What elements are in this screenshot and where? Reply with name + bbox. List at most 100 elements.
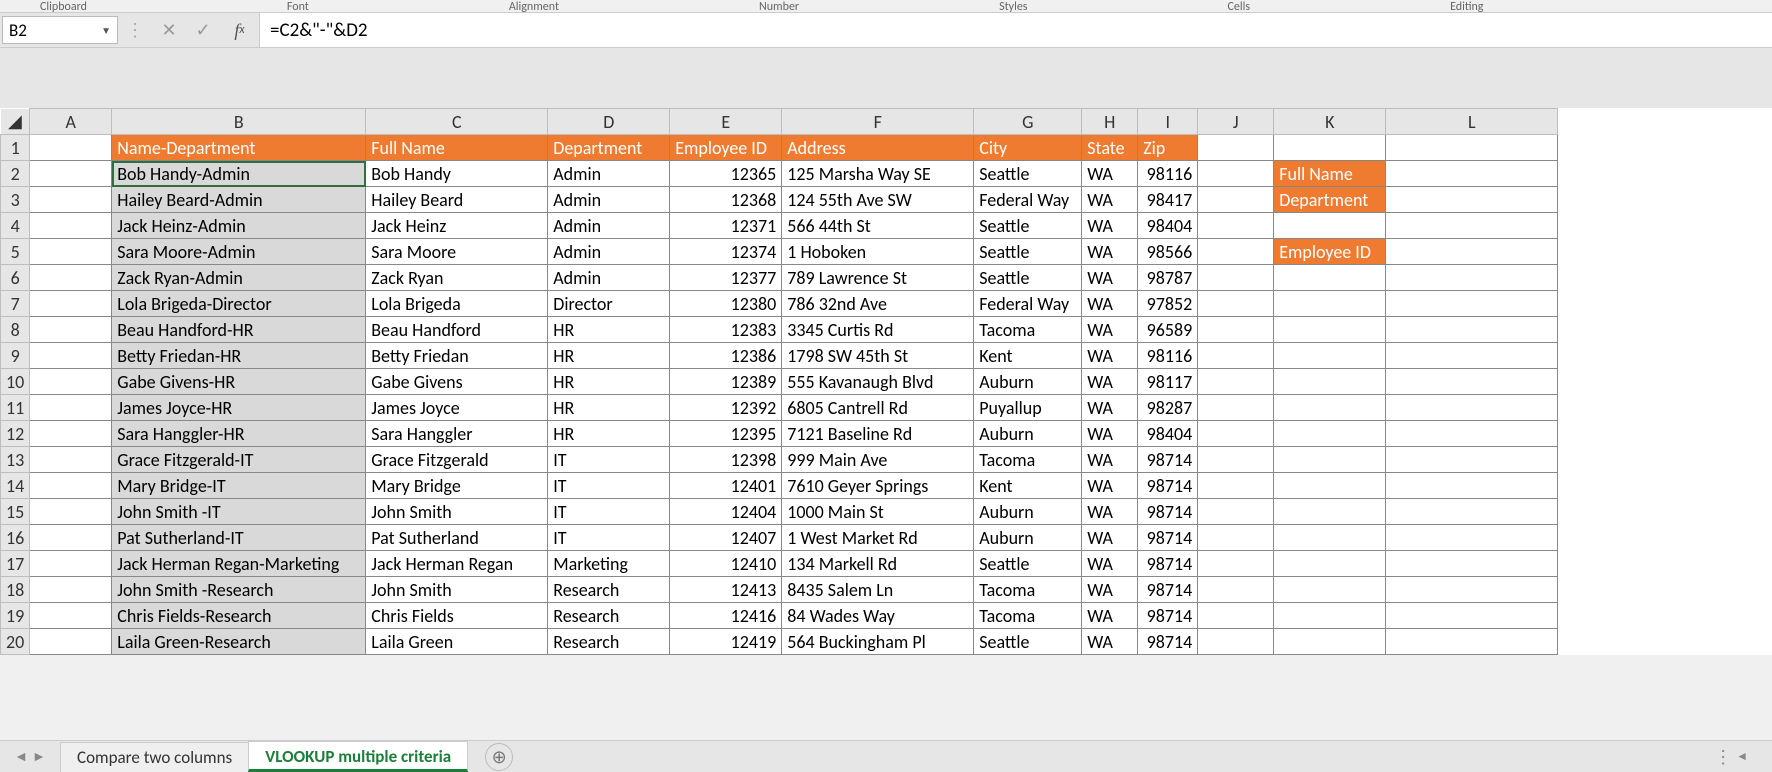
cell-department[interactable]: Marketing [548,551,670,577]
cell[interactable] [1274,395,1386,421]
cell-zip[interactable]: 97852 [1138,291,1198,317]
cell-employee-id[interactable]: 12401 [670,473,782,499]
col-header-i[interactable]: I [1138,109,1198,135]
cell-city[interactable]: Auburn [974,499,1082,525]
cell-department[interactable]: Admin [548,161,670,187]
cell[interactable] [30,603,112,629]
col-header-d[interactable]: D [548,109,670,135]
cell-city[interactable]: Seattle [974,161,1082,187]
lookup-fullname-label[interactable]: Full Name [1274,161,1386,187]
cell-city[interactable]: Seattle [974,213,1082,239]
cell[interactable] [1274,525,1386,551]
sheet-nav-prev-icon[interactable]: ◄ [14,748,28,765]
cell[interactable] [1386,603,1558,629]
cell-address[interactable]: 84 Wades Way [782,603,974,629]
row-header[interactable]: 11 [1,395,30,421]
cell[interactable] [1274,317,1386,343]
cell-zip[interactable]: 98714 [1138,551,1198,577]
cell-fullname[interactable]: Chris Fields [366,603,548,629]
formula-input[interactable]: =C2&"-"&D2 [260,13,1772,47]
cell[interactable] [1386,213,1558,239]
cell-department[interactable]: IT [548,473,670,499]
cell-zip[interactable]: 98117 [1138,369,1198,395]
cell-fullname[interactable]: John Smith [366,499,548,525]
cell-zip[interactable]: 98417 [1138,187,1198,213]
cell-employee-id[interactable]: 12404 [670,499,782,525]
cell[interactable] [1198,317,1274,343]
cell[interactable] [1386,291,1558,317]
cell[interactable] [1198,395,1274,421]
cell-fullname[interactable]: Lola Brigeda [366,291,548,317]
cell-fullname[interactable]: Gabe Givens [366,369,548,395]
lookup-department-label[interactable]: Department [1274,187,1386,213]
cell-zip[interactable]: 98404 [1138,421,1198,447]
cell-city[interactable]: Federal Way [974,187,1082,213]
col-header-b[interactable]: B [112,109,366,135]
cell-zip[interactable]: 96589 [1138,317,1198,343]
cell-address[interactable]: 555 Kavanaugh Blvd [782,369,974,395]
cell[interactable] [1198,499,1274,525]
cell-state[interactable]: WA [1082,161,1138,187]
cell[interactable] [1386,265,1558,291]
cell-address[interactable]: 1798 SW 45th St [782,343,974,369]
col-header-l[interactable]: L [1386,109,1558,135]
cell-name-department[interactable]: John Smith -Research [112,577,366,603]
cell-zip[interactable]: 98116 [1138,343,1198,369]
cell-city[interactable]: Seattle [974,239,1082,265]
cell-zip[interactable]: 98714 [1138,525,1198,551]
cell-name-department[interactable]: Laila Green-Research [112,629,366,655]
row-header[interactable]: 15 [1,499,30,525]
cell-state[interactable]: WA [1082,187,1138,213]
cell[interactable] [30,135,112,161]
cell[interactable] [1386,525,1558,551]
cell-fullname[interactable]: Pat Sutherland [366,525,548,551]
cell-state[interactable]: WA [1082,291,1138,317]
cell-address[interactable]: 1000 Main St [782,499,974,525]
cell-address[interactable]: 789 Lawrence St [782,265,974,291]
cell-employee-id[interactable]: 12368 [670,187,782,213]
row-header[interactable]: 1 [1,135,30,161]
cell-address[interactable]: 125 Marsha Way SE [782,161,974,187]
cell-department[interactable]: Admin [548,213,670,239]
cell-address[interactable]: 134 Markell Rd [782,551,974,577]
cell-state[interactable]: WA [1082,395,1138,421]
row-header[interactable]: 18 [1,577,30,603]
cell[interactable] [30,395,112,421]
spreadsheet-grid[interactable]: ◢ A B C D E F G H I J K L 1 Name-Departm… [0,108,1772,655]
row-header[interactable]: 12 [1,421,30,447]
row-header[interactable]: 6 [1,265,30,291]
cell[interactable] [1198,577,1274,603]
row-header[interactable]: 20 [1,629,30,655]
cell[interactable] [1386,343,1558,369]
cell-name-department[interactable]: Sara Moore-Admin [112,239,366,265]
cell[interactable] [30,187,112,213]
cell-address[interactable]: 786 32nd Ave [782,291,974,317]
cell-address[interactable]: 124 55th Ave SW [782,187,974,213]
row-header[interactable]: 13 [1,447,30,473]
cell-state[interactable]: WA [1082,629,1138,655]
cell[interactable] [30,239,112,265]
cell-fullname[interactable]: Mary Bridge [366,473,548,499]
cell-city[interactable]: Auburn [974,421,1082,447]
table-header-cell[interactable]: Zip [1138,135,1198,161]
cell-employee-id[interactable]: 12371 [670,213,782,239]
cell[interactable] [1386,369,1558,395]
row-header[interactable]: 7 [1,291,30,317]
cell[interactable] [1274,629,1386,655]
cell[interactable] [30,577,112,603]
cell-state[interactable]: WA [1082,551,1138,577]
row-header[interactable]: 4 [1,213,30,239]
cell-city[interactable]: Seattle [974,551,1082,577]
cell-zip[interactable]: 98714 [1138,603,1198,629]
cell[interactable] [1274,265,1386,291]
col-header-f[interactable]: F [782,109,974,135]
cell-name-department[interactable]: Jack Heinz-Admin [112,213,366,239]
row-header[interactable]: 17 [1,551,30,577]
cell-city[interactable]: Seattle [974,265,1082,291]
cell-department[interactable]: Admin [548,265,670,291]
cell[interactable] [1386,473,1558,499]
cell-employee-id[interactable]: 12419 [670,629,782,655]
cell-city[interactable]: Tacoma [974,603,1082,629]
cell-address[interactable]: 3345 Curtis Rd [782,317,974,343]
cell[interactable] [1386,551,1558,577]
